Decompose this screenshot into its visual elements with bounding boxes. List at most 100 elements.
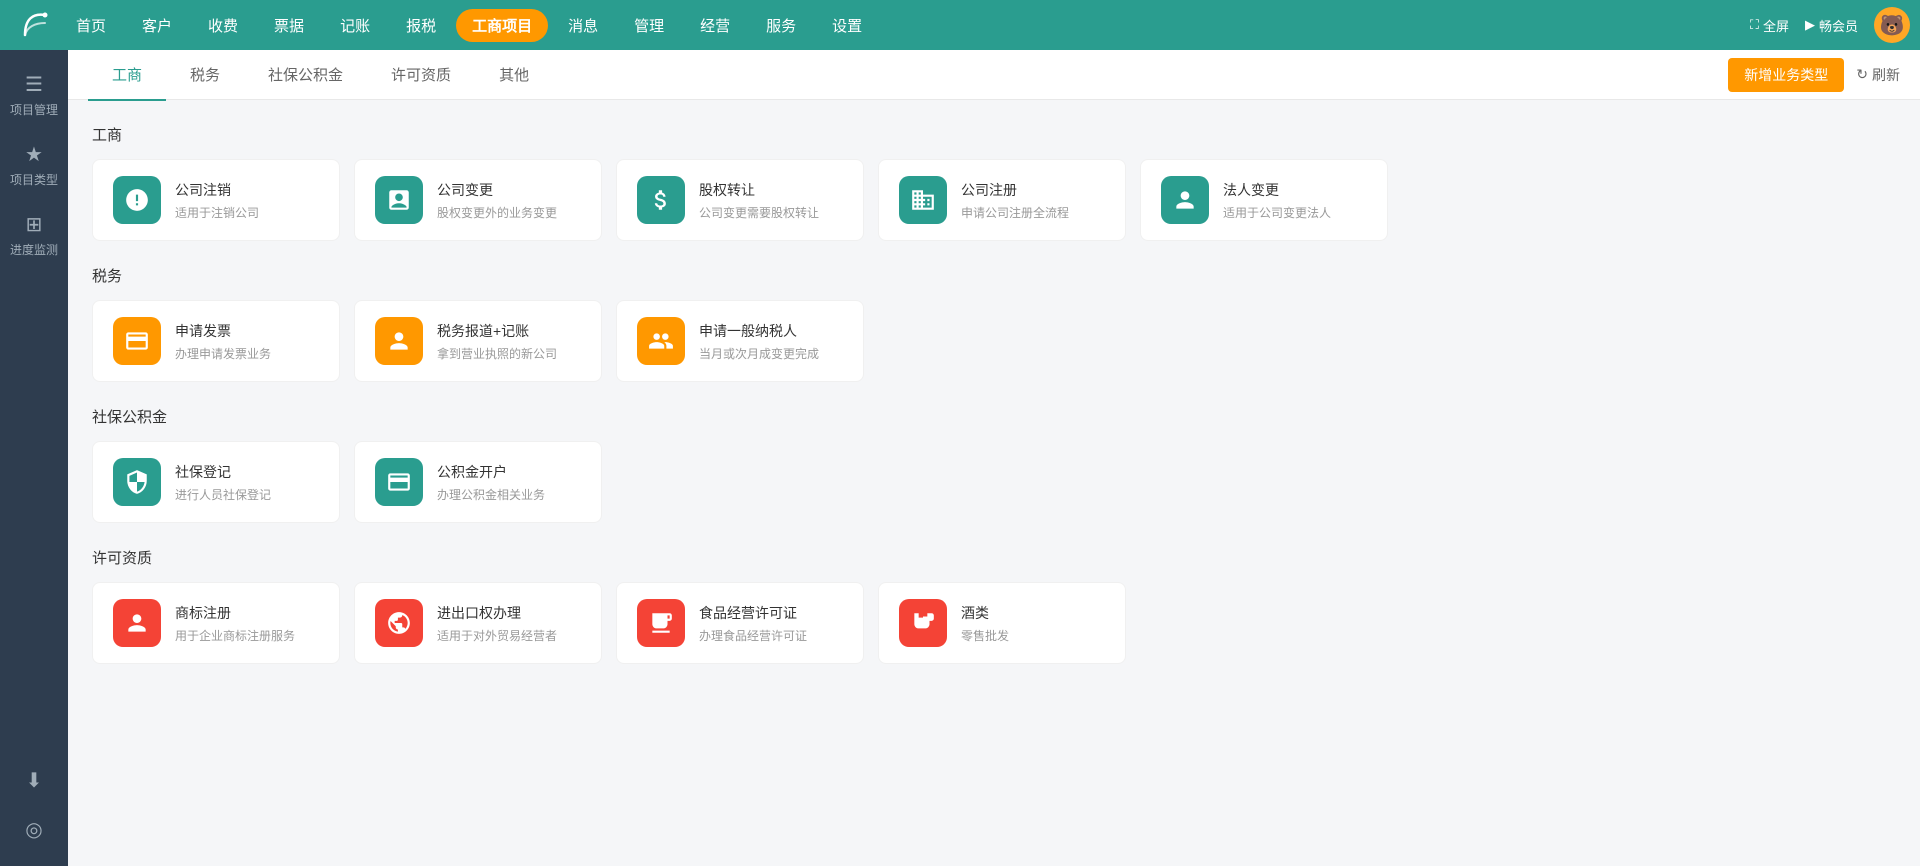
card-name: 申请发票 xyxy=(175,321,271,341)
card-desc: 股权变更外的业务变更 xyxy=(437,204,557,221)
card-trademark[interactable]: 商标注册 用于企业商标注册服务 xyxy=(92,582,340,664)
nav-bill[interactable]: 票据 xyxy=(258,9,320,42)
sidebar-download[interactable]: ⬇ xyxy=(0,760,68,801)
nav-industrial[interactable]: 工商项目 xyxy=(456,9,548,42)
card-name: 股权转让 xyxy=(699,180,819,200)
nav-management[interactable]: 管理 xyxy=(618,9,680,42)
company-cancel-icon xyxy=(113,176,161,224)
card-name: 食品经营许可证 xyxy=(699,603,807,623)
company-change-text: 公司变更 股权变更外的业务变更 xyxy=(437,180,557,221)
apply-invoice-text: 申请发票 办理申请发票业务 xyxy=(175,321,271,362)
nav-service[interactable]: 服务 xyxy=(750,9,812,42)
main-layout: ☰ 项目管理 ★ 项目类型 ⊞ 进度监测 ⬇ ◎ 工商 税务 社保公积金 许可资… xyxy=(0,50,1920,866)
refresh-label: 刷新 xyxy=(1872,65,1900,85)
card-desc: 零售批发 xyxy=(961,627,1009,644)
section-title-social: 社保公积金 xyxy=(92,406,1896,427)
card-grid-social: 社保登记 进行人员社保登记 公积金开户 办理公积金相关业务 xyxy=(92,441,1896,523)
content-area: 工商 税务 社保公积金 许可资质 其他 新增业务类型 ↻ 刷新 工商 xyxy=(68,50,1920,866)
tab-other[interactable]: 其他 xyxy=(475,50,553,101)
sidebar-item-project-management[interactable]: ☰ 项目管理 xyxy=(0,60,68,130)
member-icon: ▶ xyxy=(1805,17,1815,33)
card-desc: 用于企业商标注册服务 xyxy=(175,627,295,644)
card-legal-change[interactable]: 法人变更 适用于公司变更法人 xyxy=(1140,159,1388,241)
food-license-text: 食品经营许可证 办理食品经营许可证 xyxy=(699,603,807,644)
member-button[interactable]: ▶ 畅会员 xyxy=(1805,16,1858,35)
nav-message[interactable]: 消息 xyxy=(552,9,614,42)
sidebar-bottom: ⬇ ◎ xyxy=(0,760,68,866)
fullscreen-icon: ⛶ xyxy=(1750,17,1759,33)
card-general-taxpayer[interactable]: 申请一般纳税人 当月或次月成变更完成 xyxy=(616,300,864,382)
card-tax-report[interactable]: 税务报道+记账 拿到营业执照的新公司 xyxy=(354,300,602,382)
card-fund-account[interactable]: 公积金开户 办理公积金相关业务 xyxy=(354,441,602,523)
card-grid-industrial: 公司注销 适用于注销公司 公司变更 股权变更外的业务变更 xyxy=(92,159,1896,241)
sidebar-location[interactable]: ◎ xyxy=(0,809,68,850)
company-register-icon xyxy=(899,176,947,224)
nav-tax[interactable]: 报税 xyxy=(390,9,452,42)
tax-report-icon xyxy=(375,317,423,365)
project-type-icon: ★ xyxy=(25,142,43,167)
add-type-button[interactable]: 新增业务类型 xyxy=(1728,58,1844,92)
card-desc: 办理公积金相关业务 xyxy=(437,486,545,503)
sidebar-item-progress[interactable]: ⊞ 进度监测 xyxy=(0,200,68,270)
fullscreen-button[interactable]: ⛶ 全屏 xyxy=(1750,16,1789,35)
company-change-icon xyxy=(375,176,423,224)
nav-fee[interactable]: 收费 xyxy=(192,9,254,42)
user-avatar[interactable]: 🐻 xyxy=(1874,7,1910,43)
nav-accounting[interactable]: 记账 xyxy=(324,9,386,42)
card-desc: 办理申请发票业务 xyxy=(175,345,271,362)
card-desc: 进行人员社保登记 xyxy=(175,486,271,503)
nav-settings[interactable]: 设置 xyxy=(816,9,878,42)
card-name: 商标注册 xyxy=(175,603,295,623)
card-alcohol[interactable]: 酒类 零售批发 xyxy=(878,582,1126,664)
tab-industrial[interactable]: 工商 xyxy=(88,50,166,101)
tab-list: 工商 税务 社保公积金 许可资质 其他 xyxy=(88,50,1728,100)
card-desc: 办理食品经营许可证 xyxy=(699,627,807,644)
card-desc: 适用于注销公司 xyxy=(175,204,259,221)
sidebar: ☰ 项目管理 ★ 项目类型 ⊞ 进度监测 ⬇ ◎ xyxy=(0,50,68,866)
card-social-security[interactable]: 社保登记 进行人员社保登记 xyxy=(92,441,340,523)
card-desc: 当月或次月成变更完成 xyxy=(699,345,819,362)
card-company-cancel[interactable]: 公司注销 适用于注销公司 xyxy=(92,159,340,241)
fund-account-icon xyxy=(375,458,423,506)
food-license-icon xyxy=(637,599,685,647)
nav-customer[interactable]: 客户 xyxy=(126,9,188,42)
apply-invoice-icon xyxy=(113,317,161,365)
card-desc: 公司变更需要股权转让 xyxy=(699,204,819,221)
card-desc: 适用于公司变更法人 xyxy=(1223,204,1331,221)
fullscreen-label: 全屏 xyxy=(1763,16,1789,35)
card-company-register[interactable]: 公司注册 申请公司注册全流程 xyxy=(878,159,1126,241)
card-food-license[interactable]: 食品经营许可证 办理食品经营许可证 xyxy=(616,582,864,664)
card-name: 法人变更 xyxy=(1223,180,1331,200)
equity-transfer-text: 股权转让 公司变更需要股权转让 xyxy=(699,180,819,221)
import-export-text: 进出口权办理 适用于对外贸易经营者 xyxy=(437,603,557,644)
card-desc: 拿到营业执照的新公司 xyxy=(437,345,557,362)
card-desc: 适用于对外贸易经营者 xyxy=(437,627,557,644)
card-apply-invoice[interactable]: 申请发票 办理申请发票业务 xyxy=(92,300,340,382)
card-name: 申请一般纳税人 xyxy=(699,321,819,341)
card-name: 社保登记 xyxy=(175,462,271,482)
equity-transfer-icon xyxy=(637,176,685,224)
nav-home[interactable]: 首页 xyxy=(60,9,122,42)
sidebar-item-label: 进度监测 xyxy=(10,241,58,258)
import-export-icon xyxy=(375,599,423,647)
card-name: 公积金开户 xyxy=(437,462,545,482)
member-label: 畅会员 xyxy=(1819,16,1858,35)
sidebar-item-label: 项目管理 xyxy=(10,101,58,118)
fund-account-text: 公积金开户 办理公积金相关业务 xyxy=(437,462,545,503)
tab-social-security[interactable]: 社保公积金 xyxy=(244,50,367,101)
card-name: 公司注册 xyxy=(961,180,1069,200)
nav-operation[interactable]: 经营 xyxy=(684,9,746,42)
company-cancel-text: 公司注销 适用于注销公司 xyxy=(175,180,259,221)
refresh-button[interactable]: ↻ 刷新 xyxy=(1856,65,1900,85)
content-scroll[interactable]: 工商 公司注销 适用于注销公司 公司变更 xyxy=(68,100,1920,866)
card-equity-transfer[interactable]: 股权转让 公司变更需要股权转让 xyxy=(616,159,864,241)
general-taxpayer-icon xyxy=(637,317,685,365)
tax-report-text: 税务报道+记账 拿到营业执照的新公司 xyxy=(437,321,557,362)
tab-tax[interactable]: 税务 xyxy=(166,50,244,101)
card-import-export[interactable]: 进出口权办理 适用于对外贸易经营者 xyxy=(354,582,602,664)
section-title-license: 许可资质 xyxy=(92,547,1896,568)
top-navigation: 首页 客户 收费 票据 记账 报税 工商项目 消息 管理 经营 服务 设置 ⛶ … xyxy=(0,0,1920,50)
tab-license[interactable]: 许可资质 xyxy=(367,50,475,101)
card-company-change[interactable]: 公司变更 股权变更外的业务变更 xyxy=(354,159,602,241)
sidebar-item-project-type[interactable]: ★ 项目类型 xyxy=(0,130,68,200)
